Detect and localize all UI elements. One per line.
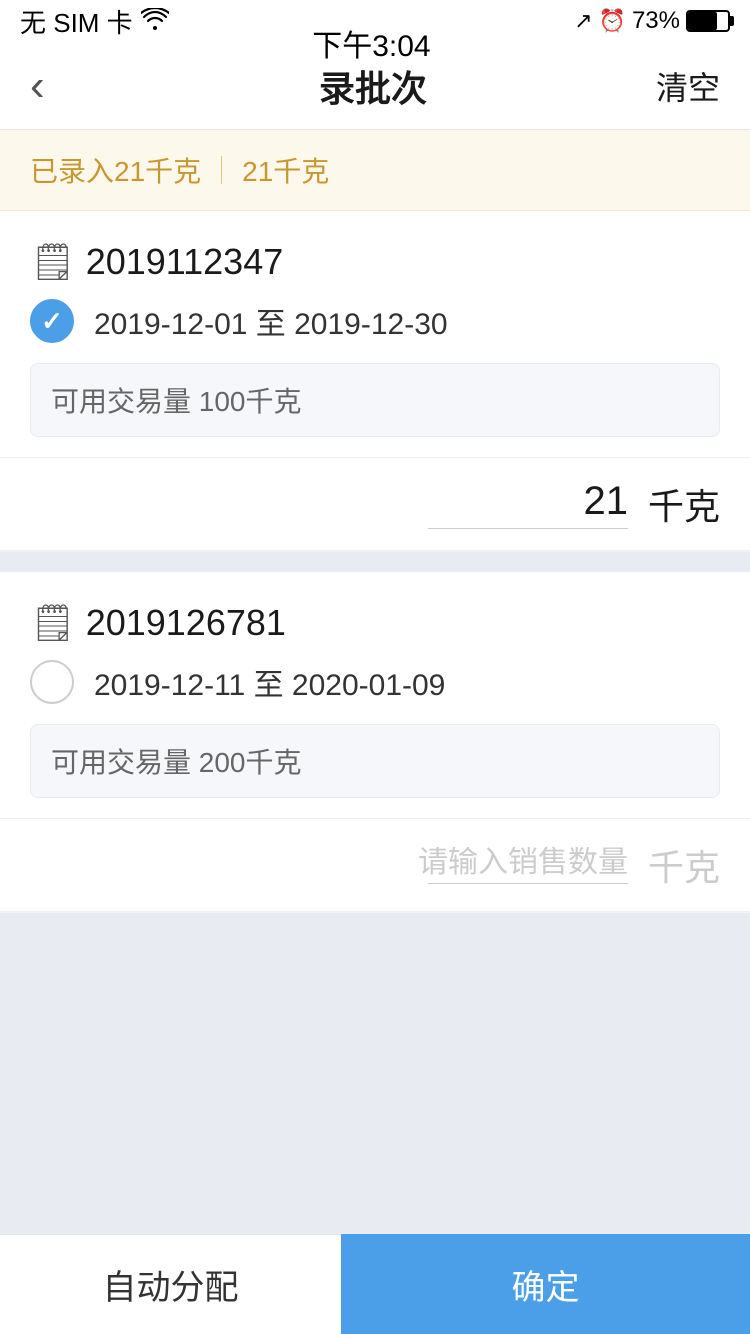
empty-space — [0, 913, 750, 1234]
carrier-text: 无 SIM 卡 — [20, 3, 133, 40]
batch-id-row-2: 🗒 2019126781 — [30, 602, 720, 644]
status-time: 下午3:04 — [312, 21, 430, 65]
main-content: 已录入21千克 21千克 🗒 2019112347 2019-12-01 至 2… — [0, 130, 750, 1234]
confirm-button[interactable]: 确定 — [341, 1234, 750, 1334]
page-title: 录批次 — [319, 60, 427, 112]
status-right: ↗ ⏰ 73% — [574, 7, 730, 35]
batch-date-row-2: 2019-12-11 至 2020-01-09 — [30, 660, 720, 704]
batch-id-1: 2019112347 — [86, 241, 284, 283]
batch-card-2: 🗒 2019126781 2019-12-11 至 2020-01-09 可用交… — [0, 572, 750, 911]
batch-unit-2: 千克 — [648, 839, 720, 891]
back-button[interactable]: ‹ — [30, 61, 90, 111]
battery-percent: 73% — [632, 7, 680, 35]
batch-card-1: 🗒 2019112347 2019-12-01 至 2019-12-30 可用交… — [0, 211, 750, 550]
batch-quantity-wrapper-1: 21 — [428, 479, 628, 529]
batch-id-row-1: 🗒 2019112347 — [30, 241, 720, 283]
batch-quantity-row-2: 千克 — [0, 818, 750, 911]
batch-quantity-row-1: 21 千克 — [0, 457, 750, 550]
batch-date-1: 2019-12-01 至 2019-12-30 — [94, 299, 448, 343]
batch-available-1: 可用交易量 100千克 — [30, 363, 720, 437]
status-left: 无 SIM 卡 — [20, 3, 169, 40]
location-icon: ↗ — [574, 8, 592, 34]
batch-checkbox-2[interactable] — [30, 660, 74, 704]
total-amount: 21千克 — [242, 150, 329, 190]
batch-id-icon-1: 🗒 — [30, 241, 76, 283]
section-separator-1 — [0, 552, 750, 572]
batch-available-2: 可用交易量 200千克 — [30, 724, 720, 798]
wifi-icon — [141, 6, 169, 37]
batch-date-2: 2019-12-11 至 2020-01-09 — [94, 660, 445, 704]
bottom-bar: 自动分配 确定 — [0, 1234, 750, 1334]
batch-date-row-1: 2019-12-01 至 2019-12-30 — [30, 299, 720, 343]
battery-icon — [686, 10, 730, 32]
alarm-icon: ⏰ — [599, 8, 626, 34]
clear-button[interactable]: 清空 — [656, 63, 720, 109]
batch-quantity-input-2[interactable] — [328, 847, 628, 879]
info-banner: 已录入21千克 21千克 — [0, 130, 750, 211]
batch-quantity-value-1: 21 — [583, 479, 628, 524]
batch-unit-1: 千克 — [648, 478, 720, 530]
recorded-amount: 已录入21千克 — [30, 150, 201, 190]
status-bar: 无 SIM 卡 下午3:04 ↗ ⏰ 73% — [0, 0, 750, 42]
batch-id-icon-2: 🗒 — [30, 602, 76, 644]
batch-quantity-wrapper-2 — [328, 847, 628, 884]
auto-distribute-button[interactable]: 自动分配 — [0, 1234, 341, 1334]
banner-divider — [221, 156, 222, 184]
batch-id-2: 2019126781 — [86, 602, 286, 644]
batch-checkbox-1[interactable] — [30, 299, 74, 343]
